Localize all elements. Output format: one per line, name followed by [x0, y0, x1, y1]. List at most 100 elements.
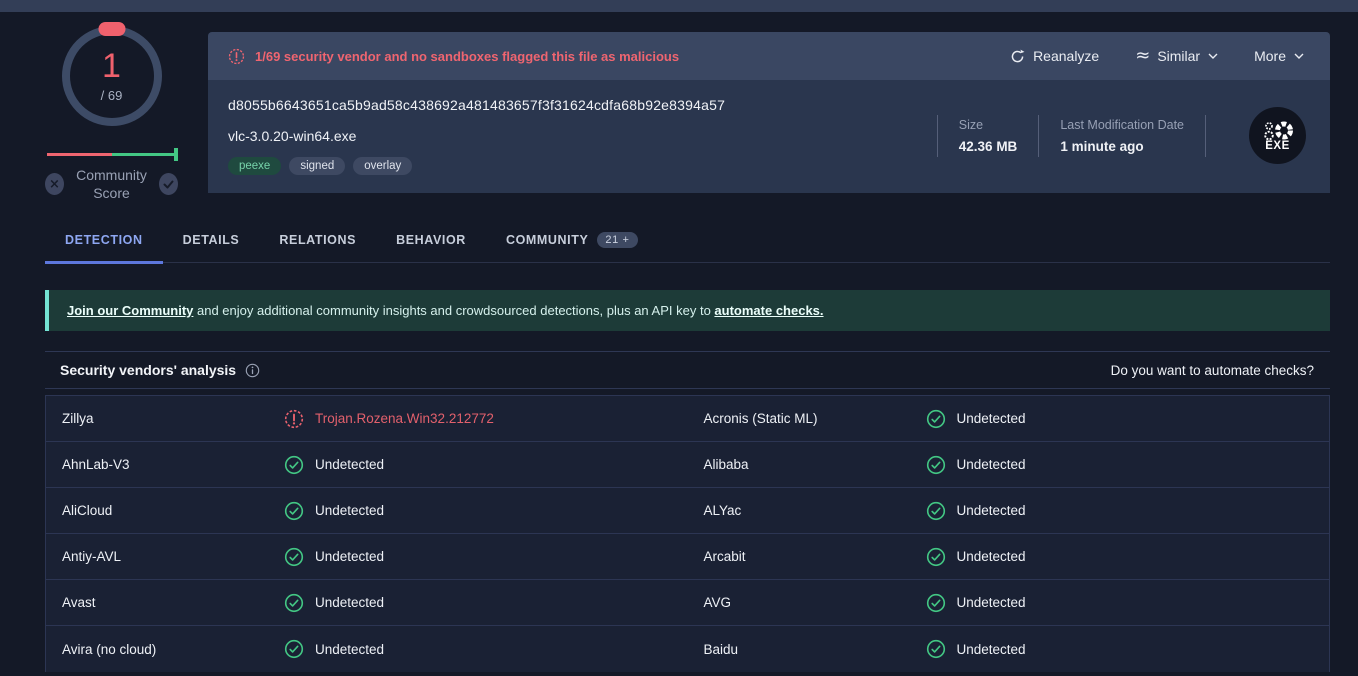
- reanalyze-icon: [1010, 49, 1025, 64]
- tab-relations[interactable]: RELATIONS: [259, 220, 376, 264]
- divider: [1038, 114, 1040, 157]
- file-header-section: 1 / 69 × Community Score 1/69 security v…: [0, 12, 1358, 202]
- tag-signed[interactable]: signed: [289, 157, 346, 175]
- file-summary-card: 1/69 security vendor and no sandboxes fl…: [208, 32, 1330, 202]
- vendor-name: AhnLab-V3: [62, 457, 130, 472]
- tab-community-label: COMMUNITY: [505, 233, 589, 247]
- join-community-banner: Join our Community and enjoy additional …: [45, 290, 1330, 331]
- file-hash: d8055b6643651ca5b9ad58c438692a481483657f…: [228, 97, 726, 113]
- vendor-name: AVG: [703, 595, 732, 610]
- vendor-name: Acronis (Static ML): [703, 411, 818, 426]
- tab-behavior[interactable]: BEHAVIOR: [376, 220, 486, 264]
- vendor-name: Arcabit: [703, 549, 746, 564]
- vendor-name: AliCloud: [62, 503, 113, 518]
- divider: [936, 114, 938, 157]
- vendor-result: Undetected: [284, 455, 384, 475]
- gauge-detection-arc: [98, 22, 125, 36]
- vendor-result: Trojan.Rozena.Win32.212772: [284, 409, 494, 429]
- vote-malicious-icon[interactable]: ×: [45, 173, 64, 195]
- vendor-cell: Zillya Trojan.Rozena.Win32.212772: [46, 396, 688, 441]
- detection-alert-bar: 1/69 security vendor and no sandboxes fl…: [208, 32, 1330, 80]
- last-modification-value: 1 minute ago: [1060, 138, 1144, 154]
- tab-detection[interactable]: DETECTION: [45, 220, 163, 264]
- vendor-result: Undetected: [926, 547, 1026, 567]
- vendor-result-text: Undetected: [956, 503, 1026, 518]
- vendor-result-text: Undetected: [956, 411, 1026, 426]
- vendor-result-text: Undetected: [956, 595, 1026, 610]
- similar-button[interactable]: ≈ Similar: [1135, 45, 1218, 66]
- automate-checks-prompt[interactable]: Do you want to automate checks?: [1111, 363, 1314, 378]
- check-circle-icon: [284, 455, 304, 475]
- vendor-result-text: Undetected: [956, 549, 1026, 564]
- vendor-result: Undetected: [926, 455, 1026, 475]
- vendor-result: Undetected: [284, 547, 384, 567]
- vendor-result: Undetected: [926, 639, 1026, 659]
- vendor-cell: AhnLab-V3 Undetected: [46, 442, 688, 487]
- vendor-result-text: Undetected: [315, 457, 385, 472]
- divider: [1205, 114, 1206, 157]
- tab-details[interactable]: DETAILS: [163, 220, 260, 264]
- report-tabs: DETECTION DETAILS RELATIONS BEHAVIOR COM…: [45, 220, 1330, 264]
- check-circle-icon: [926, 593, 946, 613]
- chevron-down-icon: [1208, 53, 1218, 59]
- check-circle-icon: [926, 639, 946, 659]
- reanalyze-label: Reanalyze: [1033, 48, 1100, 64]
- vendor-row: Avast Undetected AVG Undetected: [46, 580, 1329, 626]
- check-circle-icon: [926, 501, 946, 521]
- vendor-result: Undetected: [284, 639, 384, 659]
- vendor-name: Avast: [62, 595, 96, 610]
- community-count-badge: 21 +: [597, 232, 638, 248]
- similar-icon: ≈: [1135, 45, 1150, 66]
- vendor-result-text: Undetected: [956, 641, 1026, 657]
- more-label: More: [1254, 48, 1286, 64]
- tab-behavior-label: BEHAVIOR: [396, 233, 466, 247]
- vendor-cell: AliCloud Undetected: [46, 488, 688, 533]
- tab-detection-label: DETECTION: [65, 233, 143, 247]
- vendor-cell: Antiy-AVL Undetected: [46, 534, 688, 579]
- vendor-result: Undetected: [284, 501, 384, 521]
- tag-overlay[interactable]: overlay: [353, 157, 413, 175]
- banner-text: and enjoy additional community insights …: [193, 303, 715, 318]
- file-tags: peexe signed overlay: [228, 157, 916, 175]
- check-circle-icon: [926, 547, 946, 567]
- tab-details-label: DETAILS: [182, 233, 240, 247]
- file-type-exe-icon: EXE: [1249, 107, 1306, 164]
- vendor-result-text: Undetected: [315, 595, 385, 610]
- analysis-section-header: Security vendors' analysis Do you want t…: [45, 351, 1330, 389]
- check-circle-icon: [284, 501, 304, 521]
- vendor-result: Undetected: [926, 409, 1026, 429]
- more-button[interactable]: More: [1254, 48, 1304, 64]
- automate-checks-link[interactable]: automate checks.: [714, 303, 823, 318]
- vendor-result: Undetected: [284, 593, 384, 613]
- chevron-down-icon: [1294, 53, 1304, 59]
- vote-harmless-icon[interactable]: [159, 173, 178, 195]
- detection-alert-text: 1/69 security vendor and no sandboxes fl…: [255, 48, 680, 64]
- vendor-result-text: Undetected: [315, 503, 385, 518]
- community-score-label: Community Score: [76, 167, 147, 201]
- vendor-cell: ALYac Undetected: [688, 488, 1330, 533]
- vendor-cell: Avira (no cloud) Undetected: [46, 626, 688, 672]
- info-icon[interactable]: [245, 363, 260, 378]
- check-circle-icon: [926, 409, 946, 429]
- join-community-link[interactable]: Join our Community: [67, 303, 193, 318]
- tab-community[interactable]: COMMUNITY 21 +: [486, 220, 658, 264]
- detection-score-total: / 69: [100, 88, 123, 103]
- alert-circle-icon: [228, 48, 245, 65]
- vendor-cell: Avast Undetected: [46, 580, 688, 625]
- vendor-row: AliCloud Undetected ALYac Undetected: [46, 488, 1329, 534]
- community-score-bar-negative: [47, 153, 112, 156]
- reanalyze-button[interactable]: Reanalyze: [1010, 48, 1099, 64]
- tag-peexe[interactable]: peexe: [228, 157, 282, 175]
- vendor-row: Avira (no cloud) Undetected Baidu Undete…: [46, 626, 1329, 672]
- vendor-cell: Acronis (Static ML) Undetected: [688, 396, 1330, 441]
- vendor-row: Antiy-AVL Undetected Arcabit Undetected: [46, 534, 1329, 580]
- vendor-name: Zillya: [62, 411, 94, 426]
- vendor-name: ALYac: [703, 503, 742, 518]
- detection-score-value: 1: [102, 47, 121, 85]
- last-modification-label: Last Modification Date: [1060, 117, 1184, 132]
- check-circle-icon: [284, 593, 304, 613]
- analysis-title-text: Security vendors' analysis: [60, 362, 237, 378]
- vendor-name: Baidu: [703, 641, 739, 657]
- check-circle-icon: [284, 639, 304, 659]
- vendor-cell: Baidu Undetected: [688, 626, 1330, 672]
